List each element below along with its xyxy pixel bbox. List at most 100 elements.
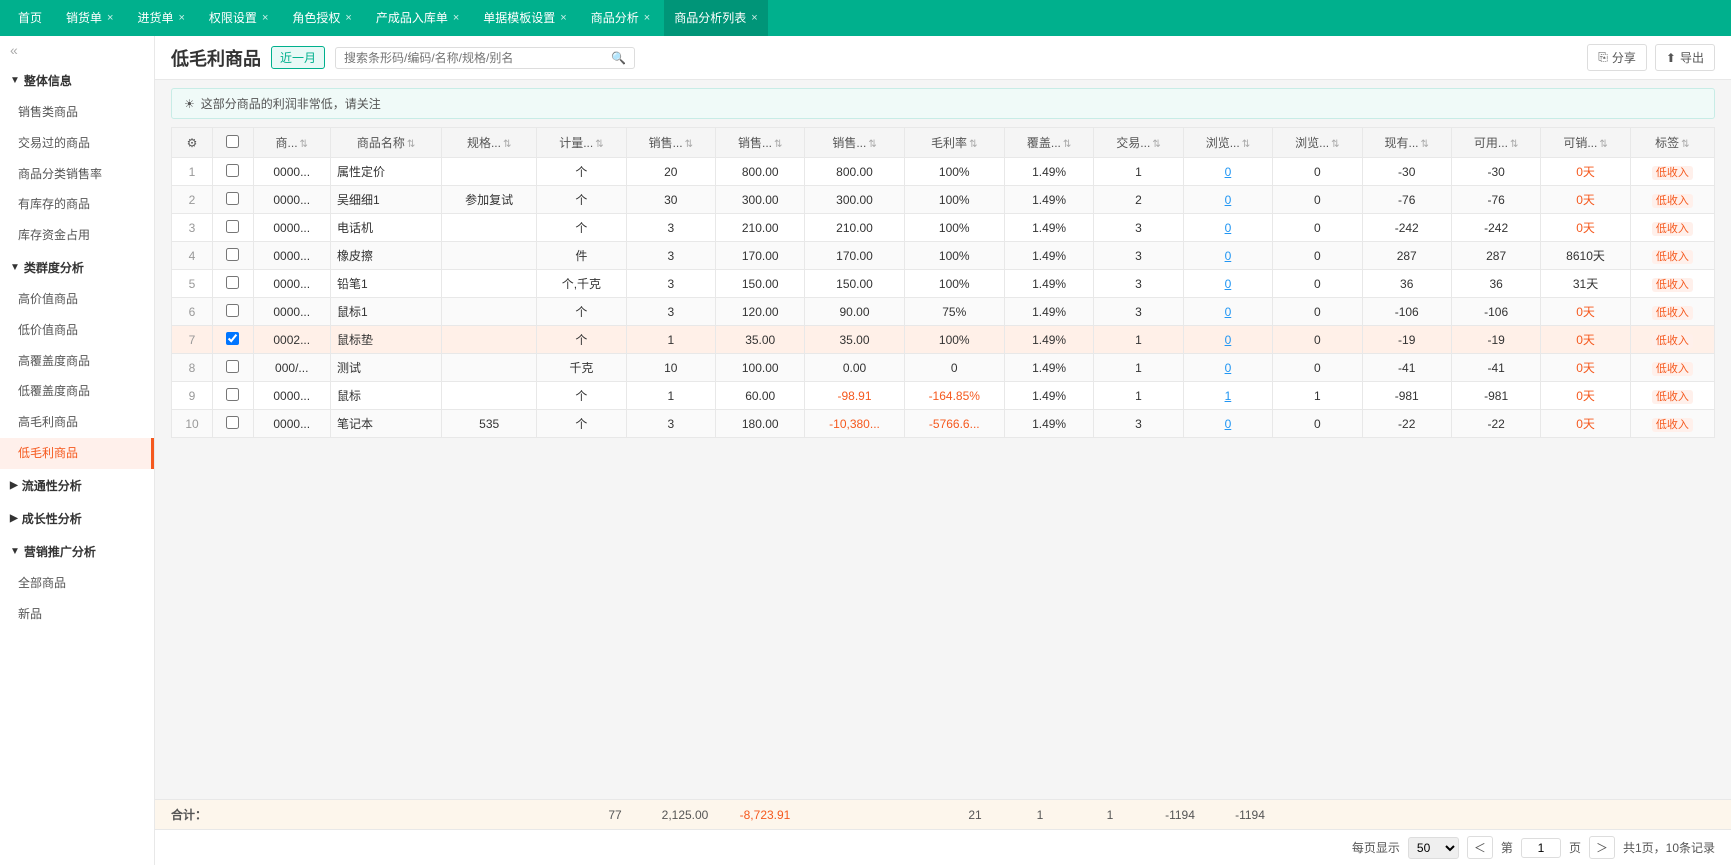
close-icon[interactable]: × (107, 0, 113, 36)
search-input[interactable] (344, 51, 611, 65)
sidebar-group-cluster[interactable]: ▼ 类群度分析 (0, 251, 154, 284)
row-name[interactable]: 橡皮擦 (330, 242, 441, 270)
select-all-checkbox[interactable] (226, 135, 239, 148)
close-icon[interactable]: × (345, 0, 351, 36)
sidebar-item-high-margin[interactable]: 高毛利商品 (0, 407, 154, 438)
row-transaction: 3 (1094, 298, 1183, 326)
row-checkbox[interactable] (213, 214, 253, 242)
row-code: 0000... (253, 242, 330, 270)
row-checkbox[interactable] (213, 382, 253, 410)
row-browse1[interactable]: 1 (1183, 382, 1272, 410)
sidebar-group-overall[interactable]: ▼ 整体信息 (0, 64, 154, 97)
row-name[interactable]: 鼠标垫 (330, 326, 441, 354)
export-icon: ⬆ (1666, 51, 1676, 65)
row-sales-profit: 210.00 (805, 214, 904, 242)
row-browse1[interactable]: 0 (1183, 158, 1272, 186)
sidebar-item-inventory-capital[interactable]: 库存资金占用 (0, 220, 154, 251)
nav-template-settings[interactable]: 单据模板设置 × (473, 0, 576, 36)
row-browse1[interactable]: 0 (1183, 270, 1272, 298)
row-name[interactable]: 测试 (330, 354, 441, 382)
nav-home[interactable]: 首页 (8, 0, 52, 36)
row-checkbox[interactable] (213, 242, 253, 270)
per-page-select[interactable]: 50 100 (1408, 837, 1459, 859)
sidebar-item-new-products[interactable]: 新品 (0, 599, 154, 630)
sidebar-group-growth[interactable]: ▶ 成长性分析 (0, 502, 154, 535)
th-checkbox[interactable] (213, 128, 253, 158)
row-select-checkbox[interactable] (226, 164, 239, 177)
row-checkbox[interactable] (213, 354, 253, 382)
row-browse1[interactable]: 0 (1183, 214, 1272, 242)
row-select-checkbox[interactable] (226, 304, 239, 317)
close-icon[interactable]: × (560, 0, 566, 36)
nav-sales[interactable]: 销货单 × (56, 0, 123, 36)
sidebar-item-low-margin[interactable]: 低毛利商品 (0, 438, 154, 469)
nav-permissions[interactable]: 权限设置 × (199, 0, 278, 36)
row-select-checkbox[interactable] (226, 388, 239, 401)
row-select-checkbox[interactable] (226, 248, 239, 261)
close-icon[interactable]: × (262, 0, 268, 36)
sidebar-item-low-value[interactable]: 低价值商品 (0, 315, 154, 346)
row-available: -76 (1451, 186, 1540, 214)
sidebar-item-sales-products[interactable]: 销售类商品 (0, 97, 154, 128)
row-select-checkbox[interactable] (226, 332, 239, 345)
nav-purchase[interactable]: 进货单 × (127, 0, 194, 36)
row-checkbox[interactable] (213, 298, 253, 326)
nav-product-analysis-list[interactable]: 商品分析列表 × (664, 0, 767, 36)
row-checkbox[interactable] (213, 326, 253, 354)
sidebar-item-traded-products[interactable]: 交易过的商品 (0, 128, 154, 159)
row-browse1[interactable]: 0 (1183, 354, 1272, 382)
row-browse1[interactable]: 0 (1183, 326, 1272, 354)
row-checkbox[interactable] (213, 270, 253, 298)
row-name[interactable]: 吴细细1 (330, 186, 441, 214)
sidebar-item-category-sales-rate[interactable]: 商品分类销售率 (0, 159, 154, 190)
row-name[interactable]: 铅笔1 (330, 270, 441, 298)
th-settings[interactable]: ⚙ (172, 128, 213, 158)
row-select-checkbox[interactable] (226, 416, 239, 429)
row-name[interactable]: 电话机 (330, 214, 441, 242)
chevron-down-icon: ▼ (10, 262, 20, 273)
row-browse1[interactable]: 0 (1183, 186, 1272, 214)
row-browse1[interactable]: 0 (1183, 242, 1272, 270)
row-select-checkbox[interactable] (226, 360, 239, 373)
row-checkbox[interactable] (213, 158, 253, 186)
prev-page-button[interactable]: ＜ (1467, 836, 1493, 859)
th-gross-margin: 毛利率⇅ (904, 128, 1004, 158)
collapse-sidebar-button[interactable]: « (6, 40, 22, 60)
sidebar-item-high-coverage[interactable]: 高覆盖度商品 (0, 346, 154, 377)
close-icon[interactable]: × (178, 0, 184, 36)
sidebar-item-all-products[interactable]: 全部商品 (0, 568, 154, 599)
next-page-button[interactable]: ＞ (1589, 836, 1615, 859)
th-current: 现有...⇅ (1362, 128, 1451, 158)
close-icon[interactable]: × (644, 0, 650, 36)
close-icon[interactable]: × (751, 0, 757, 36)
row-browse1[interactable]: 0 (1183, 298, 1272, 326)
nav-roles[interactable]: 角色授权 × (282, 0, 361, 36)
row-checkbox[interactable] (213, 186, 253, 214)
sidebar-group-circulation[interactable]: ▶ 流通性分析 (0, 469, 154, 502)
row-select-checkbox[interactable] (226, 192, 239, 205)
close-icon[interactable]: × (453, 0, 459, 36)
row-browse1[interactable]: 0 (1183, 410, 1272, 438)
row-browse2: 0 (1273, 298, 1362, 326)
share-button[interactable]: ⎘ 分享 (1587, 44, 1647, 71)
sidebar-group-marketing[interactable]: ▼ 营销推广分析 (0, 535, 154, 568)
th-transaction: 交易...⇅ (1094, 128, 1183, 158)
date-range-tag[interactable]: 近一月 (271, 46, 325, 69)
nav-product-analysis[interactable]: 商品分析 × (581, 0, 660, 36)
row-name[interactable]: 鼠标 (330, 382, 441, 410)
row-name[interactable]: 笔记本 (330, 410, 441, 438)
sidebar-item-low-coverage[interactable]: 低覆盖度商品 (0, 376, 154, 407)
pagination: 每页显示 50 100 ＜ 第 页 ＞ 共1页，10条记录 (155, 829, 1731, 865)
row-select-checkbox[interactable] (226, 276, 239, 289)
search-icon[interactable]: 🔍 (611, 51, 626, 65)
row-name[interactable]: 鼠标1 (330, 298, 441, 326)
page-input[interactable] (1521, 838, 1561, 858)
row-name[interactable]: 属性定价 (330, 158, 441, 186)
sidebar-item-stocked-products[interactable]: 有库存的商品 (0, 189, 154, 220)
nav-product-inbound[interactable]: 产成品入库单 × (366, 0, 469, 36)
row-select-checkbox[interactable] (226, 220, 239, 233)
sidebar-item-high-value[interactable]: 高价值商品 (0, 284, 154, 315)
row-checkbox[interactable] (213, 410, 253, 438)
row-browse2: 1 (1273, 382, 1362, 410)
export-button[interactable]: ⬆ 导出 (1655, 44, 1715, 71)
